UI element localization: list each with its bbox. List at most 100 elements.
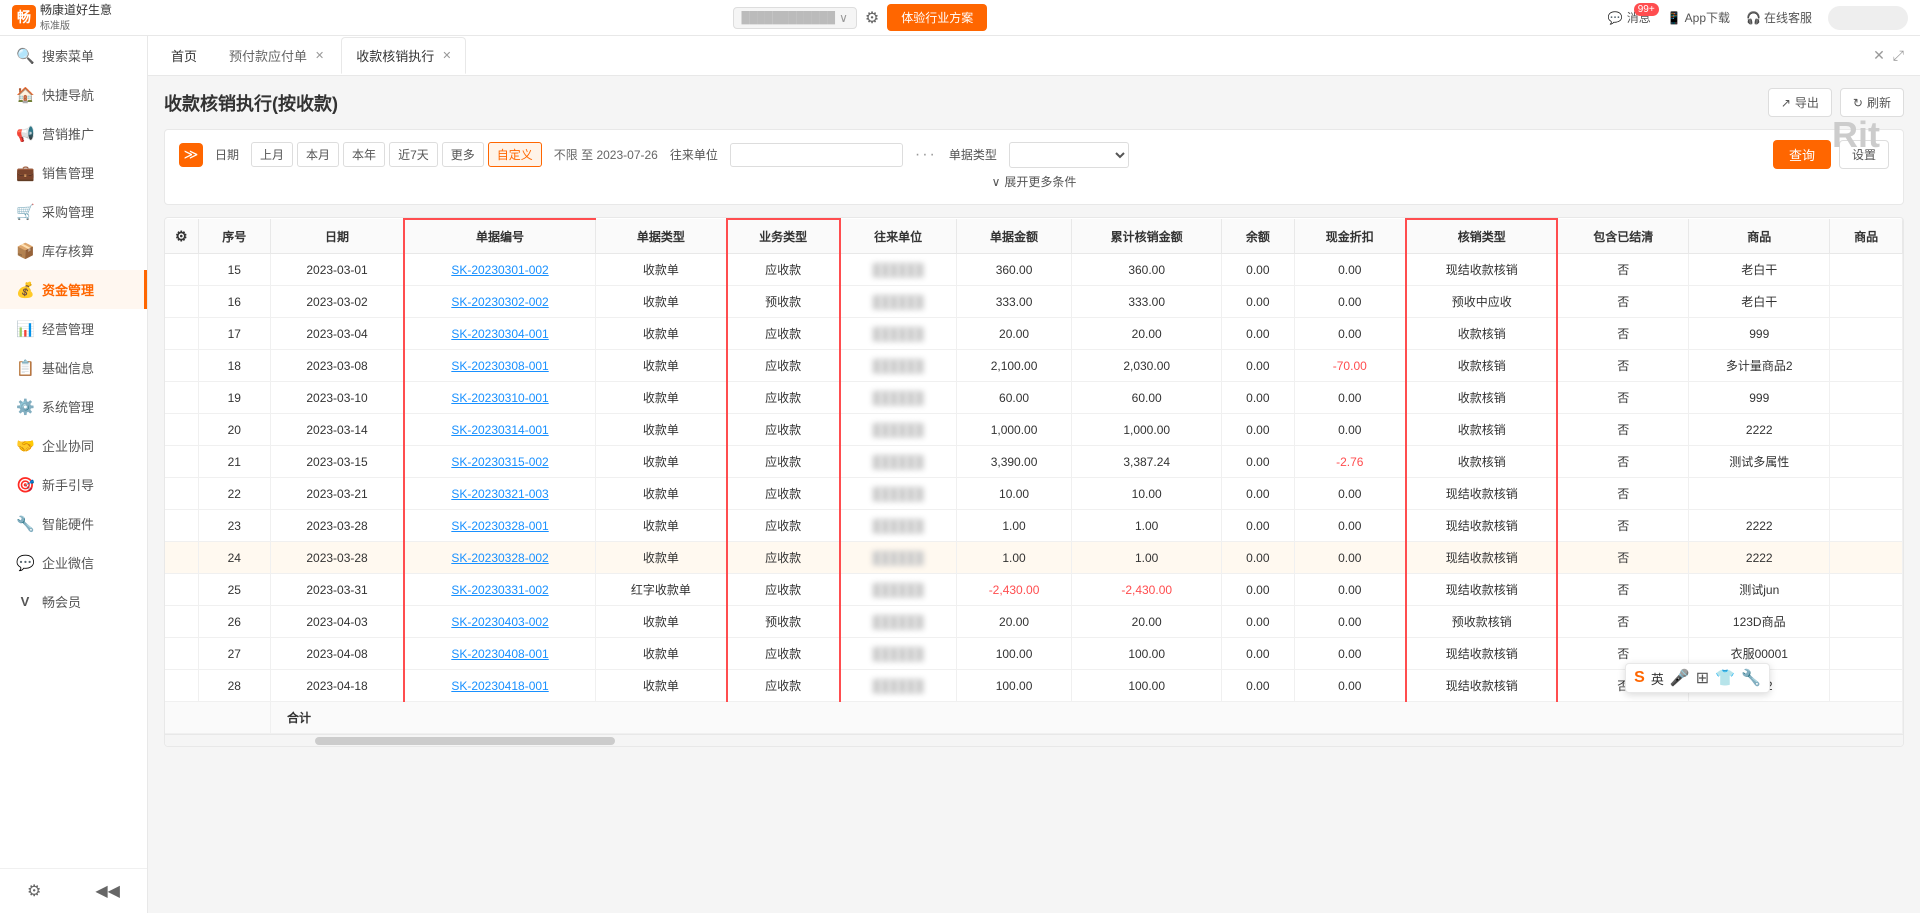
sidebar-item-basic[interactable]: 📋 基础信息 bbox=[0, 348, 147, 387]
td-cancel-type-4: 收款核销 bbox=[1406, 382, 1557, 414]
td-cum-amount-3: 2,030.00 bbox=[1072, 350, 1222, 382]
table-row: 21 2023-03-15 SK-20230315-002 收款单 应收款 ██… bbox=[165, 446, 1903, 478]
sidebar-item-inventory[interactable]: 📦 库存核算 bbox=[0, 231, 147, 270]
doc-no-link-4[interactable]: SK-20230310-001 bbox=[451, 391, 548, 405]
td-doc-no-13: SK-20230418-001 bbox=[404, 670, 596, 702]
tab-expand-icon[interactable]: ⤢ bbox=[1893, 47, 1904, 64]
td-cum-amount-11: 20.00 bbox=[1072, 606, 1222, 638]
app-download-button[interactable]: 📱 App下载 bbox=[1667, 9, 1730, 26]
date-btn-this-year[interactable]: 本年 bbox=[343, 142, 385, 167]
doc-no-link-9[interactable]: SK-20230328-002 bbox=[451, 551, 548, 565]
sidebar-item-operation[interactable]: 📊 经营管理 bbox=[0, 309, 147, 348]
date-btn-this-month[interactable]: 本月 bbox=[297, 142, 339, 167]
sales-icon: 💼 bbox=[16, 164, 34, 182]
doc-type-select[interactable] bbox=[1009, 142, 1129, 168]
td-no-11: 26 bbox=[198, 606, 270, 638]
sidebar-label-marketing: 营销推广 bbox=[42, 124, 94, 143]
sidebar-item-purchase[interactable]: 🛒 采购管理 bbox=[0, 192, 147, 231]
table-row: 23 2023-03-28 SK-20230328-001 收款单 应收款 ██… bbox=[165, 510, 1903, 542]
logo-sub: 标准版 bbox=[40, 17, 112, 32]
date-btn-custom[interactable]: 自定义 bbox=[488, 142, 542, 167]
doc-no-link-3[interactable]: SK-20230308-001 bbox=[451, 359, 548, 373]
th-settings[interactable]: ⚙ bbox=[165, 219, 198, 254]
td-biz-type-9: 应收款 bbox=[727, 542, 840, 574]
partner-input[interactable] bbox=[730, 143, 903, 167]
doc-no-link-13[interactable]: SK-20230418-001 bbox=[451, 679, 548, 693]
tab-close-icon[interactable]: ✕ bbox=[1873, 47, 1885, 64]
message-button[interactable]: 💬 消息 99+ bbox=[1608, 9, 1651, 26]
scroll-bar-area[interactable] bbox=[165, 734, 1903, 746]
sidebar-item-enterprise[interactable]: 🤝 企业协同 bbox=[0, 426, 147, 465]
megaphone-icon: 📢 bbox=[16, 125, 34, 143]
td-date-11: 2023-04-03 bbox=[271, 606, 404, 638]
doc-no-link-7[interactable]: SK-20230321-003 bbox=[451, 487, 548, 501]
doc-no-link-1[interactable]: SK-20230302-002 bbox=[451, 295, 548, 309]
sidebar-item-marketing[interactable]: 📢 营销推广 bbox=[0, 114, 147, 153]
industry-button[interactable]: 体验行业方案 bbox=[887, 4, 987, 31]
doc-no-link-10[interactable]: SK-20230331-002 bbox=[451, 583, 548, 597]
query-button[interactable]: 查询 bbox=[1773, 140, 1831, 169]
tab-home[interactable]: 首页 bbox=[156, 37, 212, 74]
sidebar-item-member[interactable]: V 畅会员 bbox=[0, 582, 147, 621]
scroll-thumb[interactable] bbox=[315, 737, 615, 745]
sidebar-label-wechat: 企业微信 bbox=[42, 553, 94, 572]
td-doc-amount-8: 1.00 bbox=[956, 510, 1071, 542]
sidebar-item-capital[interactable]: 💰 资金管理 bbox=[0, 270, 147, 309]
doc-no-link-0[interactable]: SK-20230301-002 bbox=[451, 263, 548, 277]
doc-no-link-6[interactable]: SK-20230315-002 bbox=[451, 455, 548, 469]
doc-no-link-5[interactable]: SK-20230314-001 bbox=[451, 423, 548, 437]
td-doc-no-2: SK-20230304-001 bbox=[404, 318, 596, 350]
settings-icon[interactable]: ⚙ bbox=[865, 8, 879, 28]
sidebar-item-hardware[interactable]: 🔧 智能硬件 bbox=[0, 504, 147, 543]
workspace-selector[interactable]: ████████████ ∨ bbox=[733, 7, 857, 29]
sum-label bbox=[165, 702, 271, 734]
filter-toggle-button[interactable]: ≫ bbox=[179, 143, 203, 167]
online-service-button[interactable]: 🎧 在线客服 bbox=[1746, 9, 1812, 26]
date-btn-7days[interactable]: 近7天 bbox=[389, 142, 438, 167]
td-biz-type-11: 预收款 bbox=[727, 606, 840, 638]
sidebar-item-search[interactable]: 🔍 搜索菜单 bbox=[0, 36, 147, 75]
doc-no-link-2[interactable]: SK-20230304-001 bbox=[451, 327, 548, 341]
sidebar-item-wechat[interactable]: 💬 企业微信 bbox=[0, 543, 147, 582]
td-doc-amount-9: 1.00 bbox=[956, 542, 1071, 574]
doc-no-link-8[interactable]: SK-20230328-001 bbox=[451, 519, 548, 533]
date-btn-last-month[interactable]: 上月 bbox=[251, 142, 293, 167]
logo-icon: 畅 bbox=[12, 5, 36, 29]
tab-prepay-close-icon[interactable]: ✕ bbox=[315, 49, 324, 62]
collapse-icon[interactable]: ◀◀ bbox=[87, 877, 128, 905]
td-date-5: 2023-03-14 bbox=[271, 414, 404, 446]
tab-cancel[interactable]: 收款核销执行 ✕ bbox=[341, 37, 466, 74]
table-footer: 合计 bbox=[165, 702, 1903, 734]
td-partner-3: ██████ bbox=[840, 350, 957, 382]
sidebar-item-sales[interactable]: 💼 销售管理 bbox=[0, 153, 147, 192]
date-btn-more[interactable]: 更多 bbox=[442, 142, 484, 167]
td-no-10: 25 bbox=[198, 574, 270, 606]
td-doc-type-5: 收款单 bbox=[596, 414, 727, 446]
export-button[interactable]: ↗ 导出 bbox=[1768, 88, 1832, 117]
sidebar-item-guide[interactable]: 🎯 新手引导 bbox=[0, 465, 147, 504]
td-cash-discount-11: 0.00 bbox=[1294, 606, 1406, 638]
td-doc-type-10: 红字收款单 bbox=[596, 574, 727, 606]
td-balance-11: 0.00 bbox=[1222, 606, 1294, 638]
filter-settings-button[interactable]: 设置 bbox=[1839, 140, 1889, 169]
more-filter-dots[interactable]: ··· bbox=[915, 146, 937, 164]
table-row: 22 2023-03-21 SK-20230321-003 收款单 应收款 ██… bbox=[165, 478, 1903, 510]
tab-cancel-close-icon[interactable]: ✕ bbox=[442, 49, 451, 62]
sidebar-item-system[interactable]: ⚙️ 系统管理 bbox=[0, 387, 147, 426]
expand-more-button[interactable]: ∨ 展开更多条件 bbox=[179, 169, 1889, 194]
settings-bottom-icon[interactable]: ⚙ bbox=[19, 877, 49, 905]
tab-prepay-label: 预付款应付单 bbox=[229, 46, 307, 65]
tab-cancel-label: 收款核销执行 bbox=[356, 46, 434, 65]
sidebar-label-operation: 经营管理 bbox=[42, 319, 94, 338]
tab-prepay[interactable]: 预付款应付单 ✕ bbox=[214, 37, 339, 74]
tab-home-label: 首页 bbox=[171, 46, 197, 65]
search-icon: 🔍 bbox=[16, 47, 34, 65]
td-cash-discount-7: 0.00 bbox=[1294, 478, 1406, 510]
td-no-12: 27 bbox=[198, 638, 270, 670]
td-cash-discount-12: 0.00 bbox=[1294, 638, 1406, 670]
doc-no-link-12[interactable]: SK-20230408-001 bbox=[451, 647, 548, 661]
refresh-button[interactable]: ↻ 刷新 bbox=[1840, 88, 1904, 117]
sidebar-item-shortcut[interactable]: 🏠 快捷导航 bbox=[0, 75, 147, 114]
doc-no-link-11[interactable]: SK-20230403-002 bbox=[451, 615, 548, 629]
td-goods-11: 123D商品 bbox=[1689, 606, 1830, 638]
